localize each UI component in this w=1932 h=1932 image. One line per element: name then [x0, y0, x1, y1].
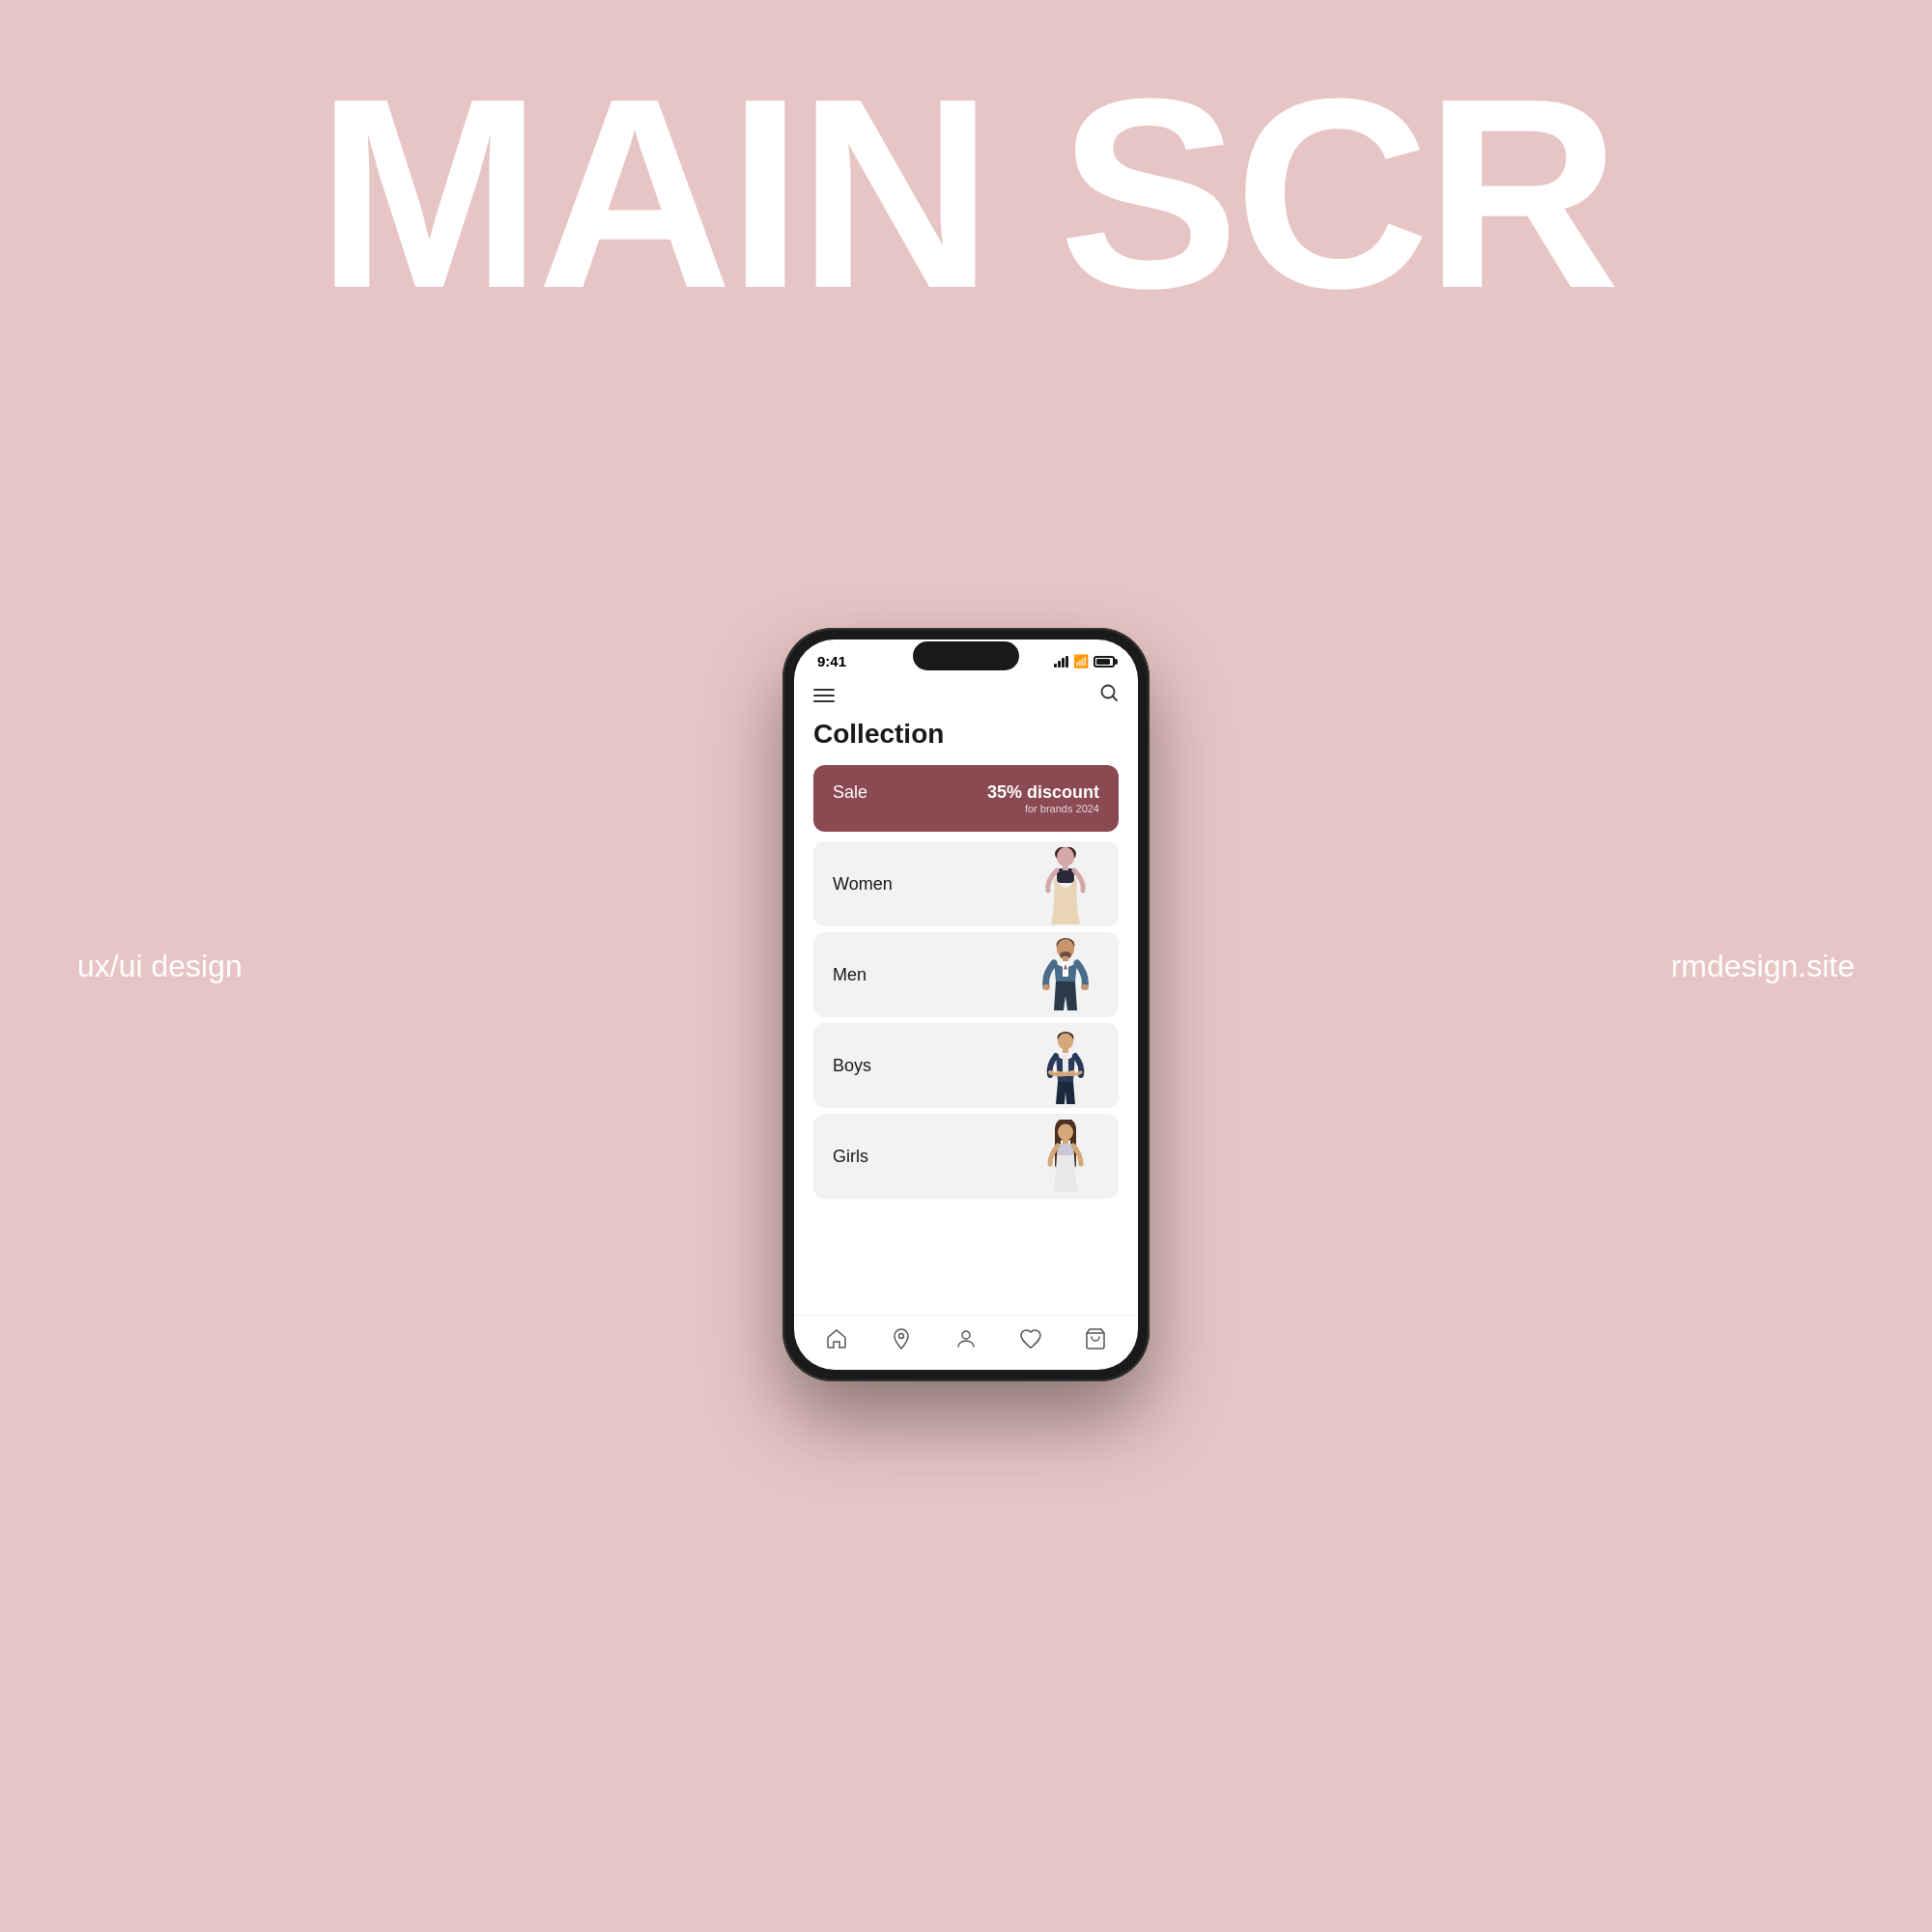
- content-area: Collection Sale 35% discount for brands …: [794, 719, 1138, 1315]
- category-list: Women: [813, 841, 1119, 1199]
- sale-discount-subtitle: for brands 2024: [987, 803, 1099, 814]
- category-name-women: Women: [833, 874, 893, 895]
- category-item-women[interactable]: Women: [813, 841, 1119, 926]
- wifi-icon: 📶: [1073, 654, 1089, 668]
- sale-discount-block: 35% discount for brands 2024: [987, 782, 1099, 814]
- sale-discount-percentage: 35% discount: [987, 782, 1099, 803]
- category-figure-men: [1032, 932, 1099, 1017]
- phone-mockup: 9:41 📶: [782, 628, 1150, 1381]
- battery-icon: [1094, 656, 1115, 668]
- status-icons: 📶: [1054, 654, 1115, 668]
- category-item-girls[interactable]: Girls: [813, 1114, 1119, 1199]
- svg-point-14: [1042, 984, 1050, 990]
- dynamic-island: [913, 641, 1019, 670]
- app-header: [794, 675, 1138, 719]
- svg-rect-19: [1063, 1048, 1068, 1053]
- category-item-boys[interactable]: Boys: [813, 1023, 1119, 1108]
- search-button[interactable]: [1099, 683, 1119, 707]
- nav-favorites[interactable]: [1019, 1327, 1042, 1350]
- page-title: Collection: [813, 719, 1119, 750]
- svg-point-18: [1058, 1034, 1073, 1050]
- background-headline: MAIN SCR: [0, 58, 1932, 328]
- side-label-right: rmdesign.site: [1671, 949, 1855, 984]
- category-figure-boys: [1032, 1023, 1099, 1108]
- svg-rect-6: [1063, 865, 1068, 870]
- nav-home[interactable]: [825, 1327, 848, 1350]
- status-time: 9:41: [817, 653, 846, 669]
- phone-frame: 9:41 📶: [782, 628, 1150, 1381]
- signal-icon: [1054, 656, 1068, 668]
- category-item-men[interactable]: Men: [813, 932, 1119, 1017]
- category-name-men: Men: [833, 965, 867, 985]
- svg-rect-5: [1057, 868, 1074, 883]
- nav-cart[interactable]: [1084, 1327, 1107, 1350]
- svg-point-27: [962, 1331, 970, 1339]
- bottom-nav: [794, 1315, 1138, 1370]
- svg-line-1: [1113, 696, 1117, 700]
- svg-rect-20: [1063, 1054, 1068, 1073]
- sale-label: Sale: [833, 782, 867, 803]
- phone-screen: 9:41 📶: [794, 639, 1138, 1370]
- category-name-boys: Boys: [833, 1056, 871, 1076]
- nav-location[interactable]: [890, 1327, 913, 1350]
- svg-rect-25: [1063, 1139, 1068, 1144]
- svg-point-24: [1058, 1124, 1073, 1141]
- category-name-girls: Girls: [833, 1147, 868, 1167]
- svg-rect-11: [1063, 956, 1068, 961]
- category-figure-girls: [1032, 1114, 1099, 1199]
- svg-point-15: [1081, 984, 1089, 990]
- nav-profile[interactable]: [954, 1327, 978, 1350]
- menu-button[interactable]: [813, 689, 835, 702]
- category-figure-women: [1032, 841, 1099, 926]
- sale-banner[interactable]: Sale 35% discount for brands 2024: [813, 765, 1119, 832]
- svg-point-4: [1057, 847, 1074, 867]
- side-label-left: ux/ui design: [77, 949, 242, 984]
